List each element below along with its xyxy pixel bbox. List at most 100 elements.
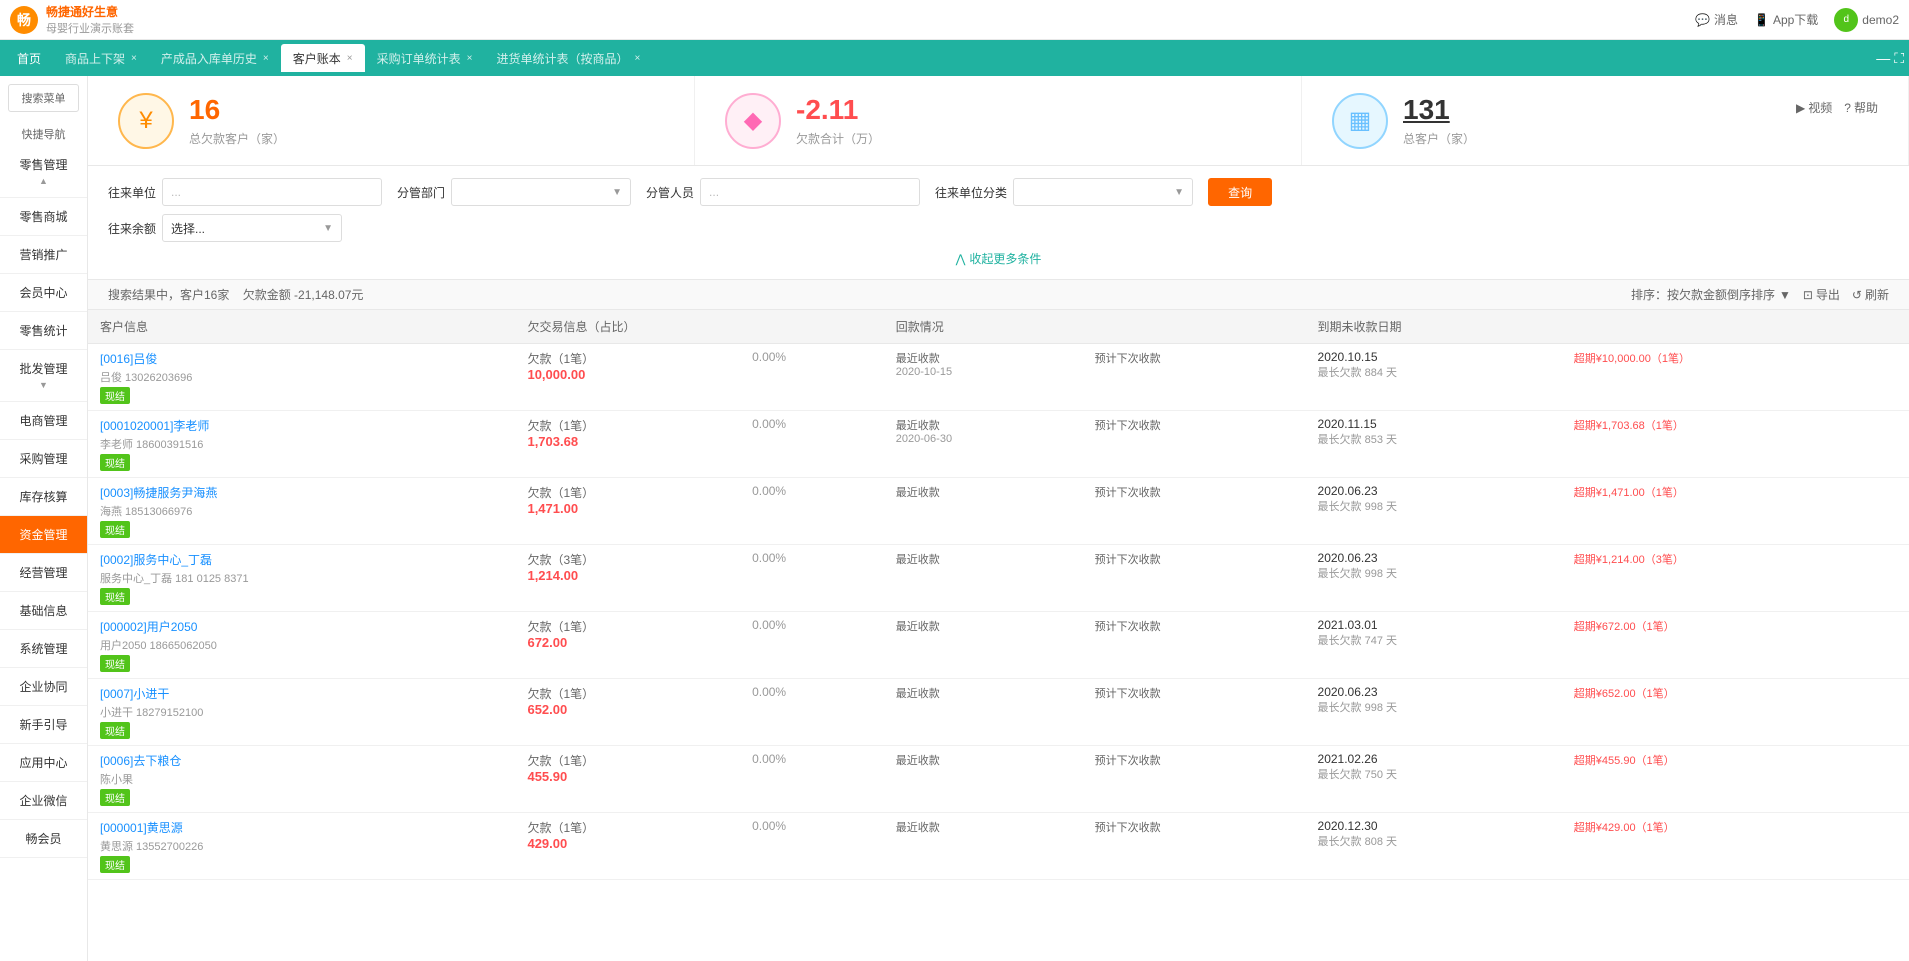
sidebar-item-operations[interactable]: 经营管理 bbox=[0, 554, 87, 592]
tab-minimize-icon[interactable]: — bbox=[1876, 50, 1890, 67]
batch-manage-arrow: ▼ bbox=[39, 380, 48, 390]
sidebar-item-enterprise-coop[interactable]: 企业协同 bbox=[0, 668, 87, 706]
sidebar-item-inventory[interactable]: 库存核算 bbox=[0, 478, 87, 516]
cell-last-pay-1: 最近收款 2020-06-30 bbox=[884, 411, 1083, 478]
result-actions: 排序：按欠款金额倒序排序 ▼ ⊡ 导出 ↺ 刷新 bbox=[1631, 286, 1889, 303]
filter-area: 往来单位 ... 分管部门 ▼ 分管人员 ... bbox=[88, 166, 1909, 280]
overdue-link-6[interactable]: 超期¥455.90（1笔） bbox=[1574, 755, 1675, 767]
collapse-btn[interactable]: ⋀ 收起更多条件 bbox=[108, 250, 1889, 267]
export-btn[interactable]: ⊡ 导出 bbox=[1803, 286, 1840, 303]
video-help-btn[interactable]: ▶ 视频 bbox=[1796, 99, 1832, 116]
quick-nav-label: 快捷导航 bbox=[22, 126, 66, 142]
message-btn[interactable]: 💬 消息 bbox=[1695, 11, 1738, 28]
sidebar-item-basic[interactable]: 基础信息 bbox=[0, 592, 87, 630]
tab-purchase-stat[interactable]: 采购订单统计表 × bbox=[365, 44, 485, 72]
customer-phone-2: 海燕 18513066976 bbox=[100, 503, 503, 519]
cell-last-pay-4: 最近收款 bbox=[884, 612, 1083, 679]
cell-next-pay-3: 预计下次收款 bbox=[1083, 545, 1306, 612]
tab-product-off[interactable]: 商品上下架 × bbox=[53, 44, 149, 72]
tab-product-off-close[interactable]: × bbox=[131, 53, 137, 64]
dept-select[interactable]: ▼ bbox=[451, 178, 631, 206]
sidebar-item-system[interactable]: 系统管理 bbox=[0, 630, 87, 668]
manager-label: 分管人员 bbox=[646, 184, 694, 201]
refresh-icon: ↺ bbox=[1852, 288, 1862, 302]
sidebar-item-batch-manage[interactable]: 批发管理 ▼ bbox=[0, 350, 87, 402]
overdue-link-1[interactable]: 超期¥1,703.68（1笔） bbox=[1574, 420, 1684, 432]
overdue-link-0[interactable]: 超期¥10,000.00（1笔） bbox=[1574, 353, 1690, 365]
avatar: d bbox=[1834, 8, 1858, 32]
table-row: [0016]吕俊 吕俊 13026203696 现结 欠款（1笔） 10,000… bbox=[88, 344, 1909, 411]
customer-name-link-1[interactable]: [0001020001]李老师 bbox=[100, 417, 503, 434]
customer-tag-2: 现结 bbox=[100, 521, 130, 538]
customer-name-link-3[interactable]: [0002]服务中心_丁磊 bbox=[100, 551, 503, 568]
cell-customer-5: [0007]小进干 小进干 18279152100 现结 bbox=[88, 679, 515, 746]
sidebar-item-enterprise-wechat[interactable]: 企业微信 bbox=[0, 782, 87, 820]
app-download-btn[interactable]: 📱 App下载 bbox=[1754, 11, 1818, 28]
cell-customer-7: [000001]黄思源 黄思源 13552700226 现结 bbox=[88, 813, 515, 880]
balance-select[interactable]: 选择... ▼ bbox=[162, 214, 342, 242]
tab-customer-account-close[interactable]: × bbox=[347, 53, 353, 64]
overdue-link-3[interactable]: 超期¥1,214.00（3笔） bbox=[1574, 554, 1684, 566]
sidebar-item-purchase[interactable]: 采购管理 bbox=[0, 440, 87, 478]
customer-name-link-4[interactable]: [000002]用户2050 bbox=[100, 618, 503, 635]
sidebar-item-retail-manage[interactable]: 零售管理 ▲ bbox=[0, 146, 87, 198]
sidebar: 搜索菜单 快捷导航 零售管理 ▲ 零售商城 营销推广 会员中心 零售统计 批发管… bbox=[0, 76, 88, 961]
tab-product-history[interactable]: 产成品入库单历史 × bbox=[149, 44, 281, 72]
overdue-link-5[interactable]: 超期¥652.00（1笔） bbox=[1574, 688, 1675, 700]
cell-next-pay-7: 预计下次收款 bbox=[1083, 813, 1306, 880]
from-unit-input[interactable]: ... bbox=[162, 178, 382, 206]
th-debt-info: 欠交易信息（占比） bbox=[515, 310, 883, 344]
sort-select[interactable]: 排序：按欠款金额倒序排序 ▼ bbox=[1631, 286, 1791, 303]
query-btn[interactable]: 查询 bbox=[1208, 178, 1272, 206]
tab-inbound-stat-close[interactable]: × bbox=[634, 53, 640, 64]
sidebar-item-member[interactable]: 会员中心 bbox=[0, 274, 87, 312]
stat-value-2: -2.11 bbox=[796, 94, 880, 126]
help-btn[interactable]: ? 帮助 bbox=[1844, 99, 1878, 116]
overdue-link-4[interactable]: 超期¥672.00（1笔） bbox=[1574, 621, 1675, 633]
sidebar-item-new-guide[interactable]: 新手引导 bbox=[0, 706, 87, 744]
debt-amount-3: 1,214.00 bbox=[527, 568, 728, 583]
cell-due-date-5: 2020.06.23 最长欠款 998 天 bbox=[1306, 679, 1562, 746]
overdue-link-7[interactable]: 超期¥429.00（1笔） bbox=[1574, 822, 1675, 834]
unit-class-select[interactable]: ▼ bbox=[1013, 178, 1193, 206]
debt-amount-5: 652.00 bbox=[527, 702, 728, 717]
customer-tag-7: 现结 bbox=[100, 856, 130, 873]
cell-due-date-6: 2021.02.26 最长欠款 750 天 bbox=[1306, 746, 1562, 813]
customer-name-link-0[interactable]: [0016]吕俊 bbox=[100, 350, 503, 367]
quick-nav-item[interactable]: 快捷导航 bbox=[0, 120, 87, 146]
sidebar-item-retail-store[interactable]: 零售商城 bbox=[0, 198, 87, 236]
customer-phone-3: 服务中心_丁磊 181 0125 8371 bbox=[100, 570, 503, 586]
data-table-container: 客户信息 欠交易信息（占比） 回款情况 到期未收款日期 [0016]吕俊 吕俊 … bbox=[88, 310, 1909, 961]
result-bar: 搜索结果中，客户16家 欠款金额 -21,148.07元 排序：按欠款金额倒序排… bbox=[88, 280, 1909, 310]
sidebar-item-retail-stat[interactable]: 零售统计 bbox=[0, 312, 87, 350]
company-name: 母婴行业演示账套 bbox=[46, 20, 134, 36]
tab-maximize-icon[interactable]: ⛶ bbox=[1894, 50, 1904, 67]
manager-input[interactable]: ... bbox=[700, 178, 920, 206]
cell-due-date-0: 2020.10.15 最长欠款 884 天 bbox=[1306, 344, 1562, 411]
user-area[interactable]: d demo2 bbox=[1834, 8, 1899, 32]
sidebar-item-ecommerce[interactable]: 电商管理 bbox=[0, 402, 87, 440]
tab-product-history-close[interactable]: × bbox=[263, 53, 269, 64]
tab-customer-account[interactable]: 客户账本 × bbox=[281, 44, 365, 72]
tab-controls: — ⛶ bbox=[1876, 50, 1904, 67]
customer-name-link-6[interactable]: [0006]去下粮仓 bbox=[100, 752, 503, 769]
customer-name-link-5[interactable]: [0007]小进干 bbox=[100, 685, 503, 702]
sidebar-item-marketing[interactable]: 营销推广 bbox=[0, 236, 87, 274]
sidebar-item-app-center[interactable]: 应用中心 bbox=[0, 744, 87, 782]
tab-purchase-stat-close[interactable]: × bbox=[467, 53, 473, 64]
sidebar-search-btn[interactable]: 搜索菜单 bbox=[8, 84, 79, 112]
overdue-link-2[interactable]: 超期¥1,471.00（1笔） bbox=[1574, 487, 1684, 499]
customer-name-link-2[interactable]: [0003]畅捷服务尹海燕 bbox=[100, 484, 503, 501]
sidebar-item-vip[interactable]: 畅会员 bbox=[0, 820, 87, 858]
customer-tag-0: 现结 bbox=[100, 387, 130, 404]
table-row: [0001020001]李老师 李老师 18600391516 现结 欠款（1笔… bbox=[88, 411, 1909, 478]
cell-debt-count-1: 欠款（1笔） 1,703.68 bbox=[515, 411, 740, 478]
tab-home[interactable]: 首页 bbox=[5, 44, 53, 72]
cell-overdue-amount-4: 超期¥672.00（1笔） bbox=[1562, 612, 1909, 679]
customer-name-link-7[interactable]: [000001]黄思源 bbox=[100, 819, 503, 836]
sidebar-item-finance[interactable]: 资金管理 bbox=[0, 516, 87, 554]
tab-purchase-stat-label: 采购订单统计表 bbox=[377, 50, 461, 67]
refresh-btn[interactable]: ↺ 刷新 bbox=[1852, 286, 1889, 303]
video-label: 视频 bbox=[1808, 99, 1832, 116]
tab-inbound-stat[interactable]: 进货单统计表（按商品） × bbox=[484, 44, 652, 72]
